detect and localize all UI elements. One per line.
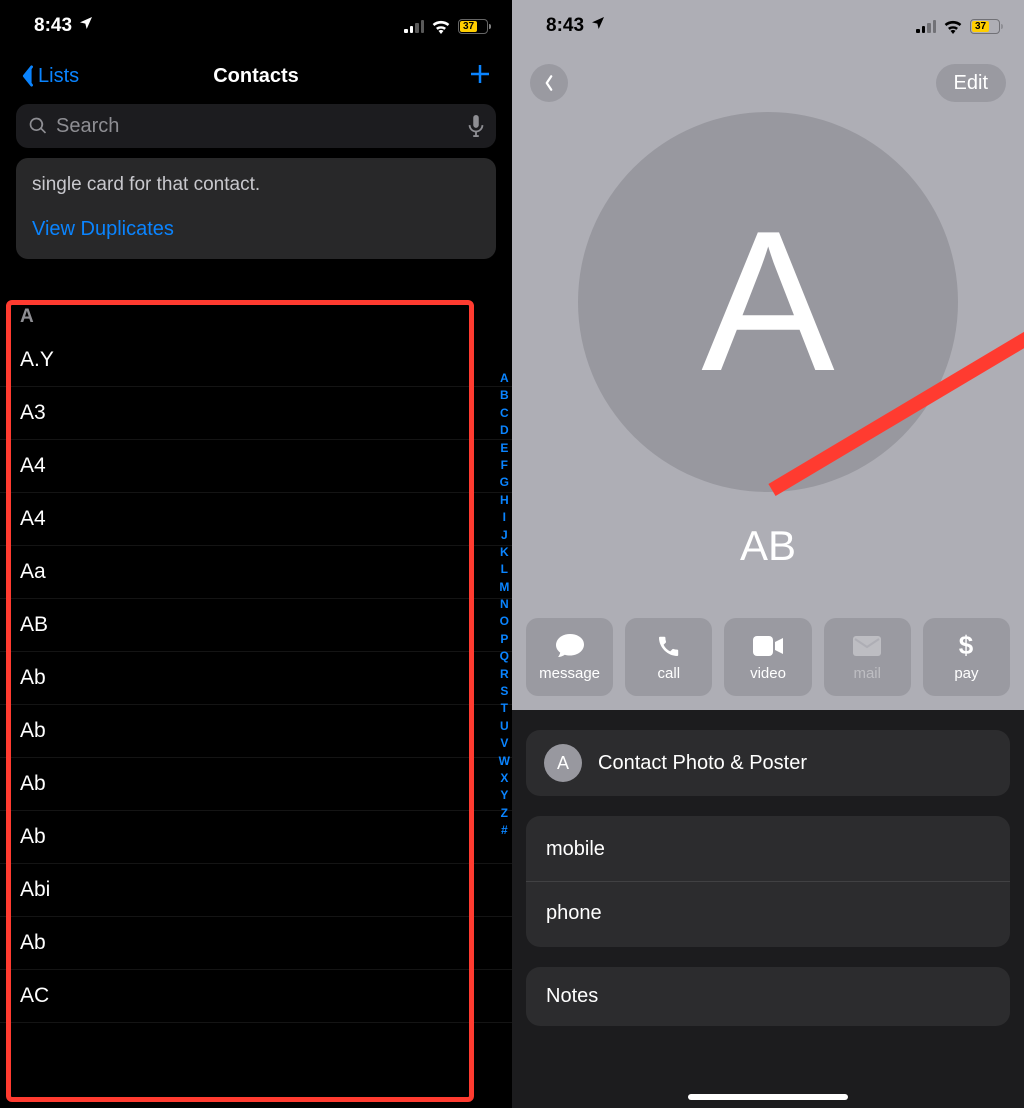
video-icon <box>753 632 783 660</box>
contacts-list-screen: 8:43 37 Lists Contacts Se <box>0 0 512 1108</box>
dollar-icon: $ <box>958 632 974 660</box>
index-letter[interactable]: C <box>499 405 510 422</box>
location-icon <box>590 15 606 37</box>
contact-photo-poster-row[interactable]: A Contact Photo & Poster <box>526 730 1010 796</box>
index-letter[interactable]: P <box>499 631 510 648</box>
status-bar: 8:43 37 <box>0 0 512 52</box>
index-letter[interactable]: J <box>499 527 510 544</box>
video-button[interactable]: video <box>724 618 811 696</box>
alpha-index[interactable]: ABCDEFGHIJKLMNOPQRSTUVWXYZ# <box>499 370 510 840</box>
phone-fields-card: mobile phone <box>526 816 1010 947</box>
index-letter[interactable]: K <box>499 544 510 561</box>
cell-signal-icon <box>916 20 936 33</box>
back-label: Lists <box>38 65 79 88</box>
index-letter[interactable]: L <box>499 561 510 578</box>
detail-cards: A Contact Photo & Poster mobile phone No… <box>512 710 1024 1046</box>
index-letter[interactable]: Y <box>499 787 510 804</box>
wifi-icon <box>431 19 451 34</box>
contact-avatar[interactable]: A <box>578 112 958 492</box>
index-letter[interactable]: D <box>499 422 510 439</box>
index-letter[interactable]: M <box>499 579 510 596</box>
index-letter[interactable]: Z <box>499 805 510 822</box>
back-button[interactable] <box>530 64 568 102</box>
add-contact-button[interactable] <box>468 62 492 91</box>
battery-icon: 37 <box>458 19 488 34</box>
cell-signal-icon <box>404 20 424 33</box>
index-letter[interactable]: B <box>499 387 510 404</box>
dictate-icon[interactable] <box>468 115 484 137</box>
index-letter[interactable]: V <box>499 735 510 752</box>
mail-button: mail <box>824 618 911 696</box>
edit-button[interactable]: Edit <box>936 64 1006 102</box>
message-icon <box>555 632 585 660</box>
status-time: 8:43 <box>34 15 72 37</box>
index-letter[interactable]: N <box>499 596 510 613</box>
index-letter[interactable]: R <box>499 666 510 683</box>
notes-card[interactable]: Notes <box>526 967 1010 1026</box>
notes-label: Notes <box>546 985 990 1008</box>
index-letter[interactable]: S <box>499 683 510 700</box>
index-letter[interactable]: G <box>499 474 510 491</box>
phone-field[interactable]: phone <box>546 898 990 929</box>
index-letter[interactable]: W <box>499 753 510 770</box>
search-icon <box>28 116 48 136</box>
duplicates-card: single card for that contact. View Dupli… <box>16 158 496 259</box>
index-letter[interactable]: H <box>499 492 510 509</box>
pay-button[interactable]: $ pay <box>923 618 1010 696</box>
mail-icon <box>853 632 881 660</box>
contact-name: AB <box>740 522 796 570</box>
index-letter[interactable]: E <box>499 440 510 457</box>
location-icon <box>78 15 94 37</box>
index-letter[interactable]: U <box>499 718 510 735</box>
mini-avatar: A <box>544 744 582 782</box>
wifi-icon <box>943 19 963 34</box>
index-letter[interactable]: I <box>499 509 510 526</box>
status-time: 8:43 <box>546 15 584 37</box>
phone-icon <box>657 632 681 660</box>
message-button[interactable]: message <box>526 618 613 696</box>
home-indicator[interactable] <box>688 1094 848 1100</box>
index-letter[interactable]: A <box>499 370 510 387</box>
index-letter[interactable]: F <box>499 457 510 474</box>
mobile-field[interactable]: mobile <box>546 834 990 865</box>
contact-detail-screen: 8:43 37 Edit A <box>512 0 1024 1108</box>
index-letter[interactable]: X <box>499 770 510 787</box>
call-button[interactable]: call <box>625 618 712 696</box>
avatar-letter: A <box>701 202 834 402</box>
index-letter[interactable]: Q <box>499 648 510 665</box>
contact-hero: 8:43 37 Edit A <box>512 0 1024 710</box>
nav-bar: Lists Contacts <box>0 52 512 100</box>
index-letter[interactable]: # <box>499 822 510 839</box>
back-button[interactable]: Lists <box>20 65 79 88</box>
index-letter[interactable]: T <box>499 700 510 717</box>
battery-icon: 37 <box>970 19 1000 34</box>
search-placeholder: Search <box>56 115 460 138</box>
status-bar: 8:43 37 <box>512 0 1024 52</box>
annotation-highlight-box <box>6 300 474 1102</box>
search-input[interactable]: Search <box>16 104 496 148</box>
view-duplicates-link[interactable]: View Duplicates <box>32 216 480 243</box>
action-row: message call video mail $ pay <box>526 618 1010 696</box>
poster-label: Contact Photo & Poster <box>598 752 807 775</box>
duplicates-text: single card for that contact. <box>32 172 480 198</box>
svg-text:$: $ <box>959 632 974 660</box>
index-letter[interactable]: O <box>499 613 510 630</box>
